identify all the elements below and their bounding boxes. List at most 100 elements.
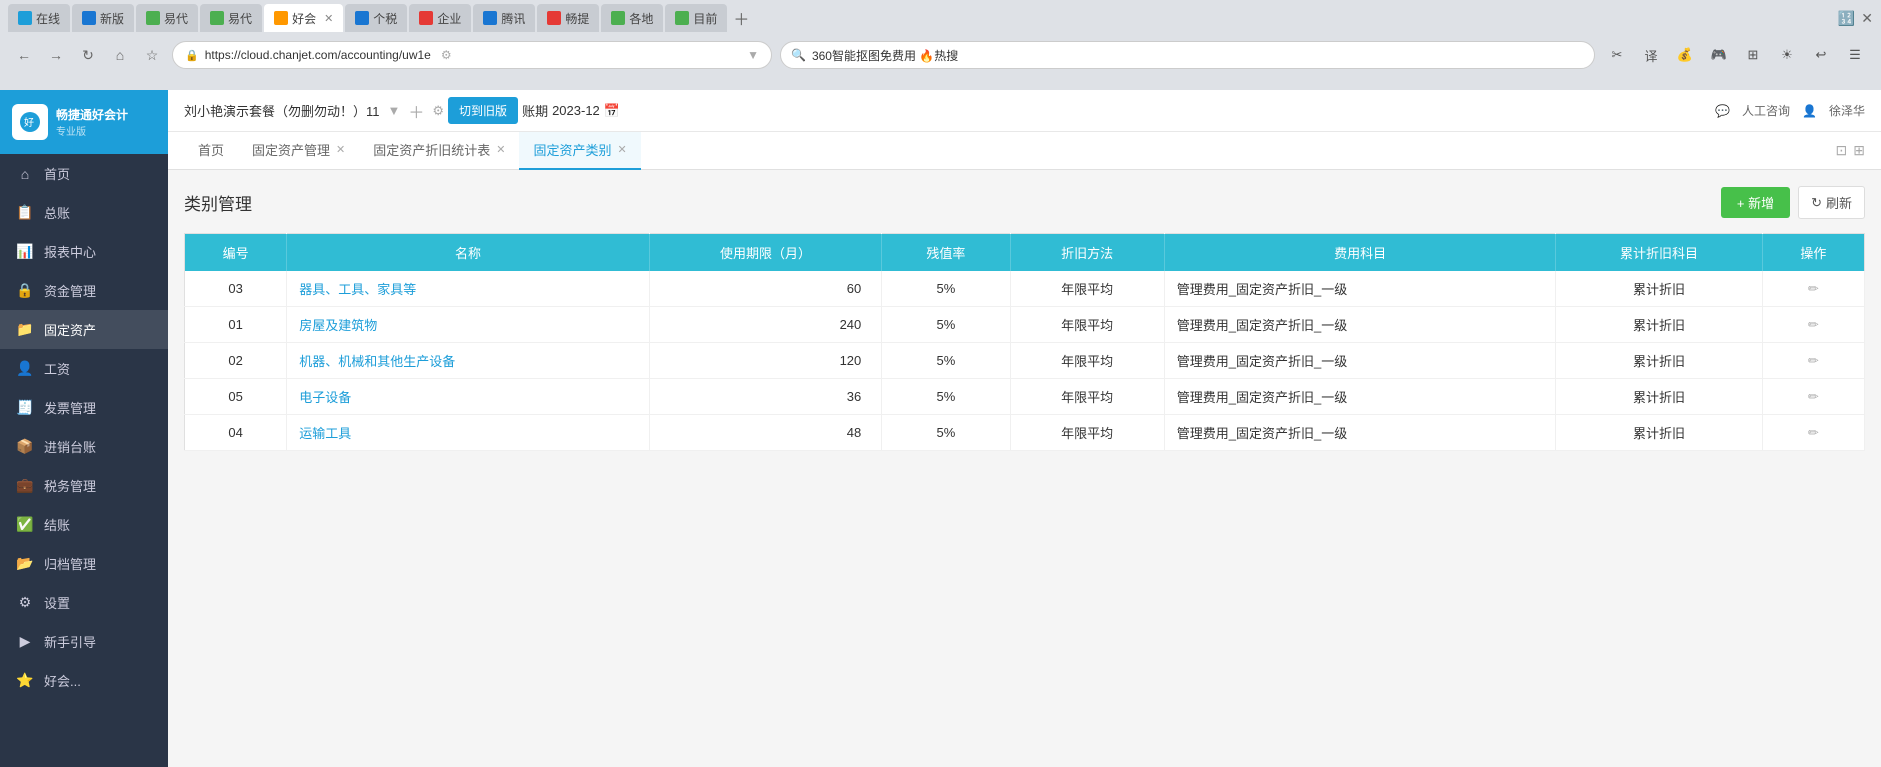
tab-close-categories[interactable]: ✕ [618,143,627,156]
col-header-expense: 费用科目 [1164,234,1556,272]
sidebar-item-label: 税务管理 [44,476,96,495]
browser-tab-yidai1[interactable]: 易代 [136,4,198,32]
add-category-button[interactable]: + 新增 [1721,187,1790,218]
tab-close-depreciation[interactable]: ✕ [496,143,505,156]
scissors-icon[interactable]: ✂ [1603,41,1631,69]
tab-asset-categories[interactable]: 固定资产类别 ✕ [519,132,640,170]
browser-tab-zaixin[interactable]: 在线 [8,4,70,32]
bookmark-button[interactable]: ☆ [140,43,164,67]
invoices-icon: 🧾 [16,399,34,417]
maximize-tab-btn[interactable]: ⊞ [1853,142,1865,159]
col-header-period: 使用期限（月） [649,234,881,272]
wallet-icon[interactable]: 💰 [1671,41,1699,69]
sidebar-item-settings[interactable]: ⚙ 设置 [0,583,168,622]
edit-button[interactable]: ✏ [1808,353,1819,368]
sidebar-item-label: 首页 [44,164,70,183]
sidebar: 好 畅捷通好会计 专业版 ⌂ 首页 📋 总账 📊 报表中心 🔒 资金管理 📁 固… [0,90,168,767]
browser-tab-xinban[interactable]: 新版 [72,4,134,32]
browser-tab-muqian[interactable]: 目前 [665,4,727,32]
tab-home[interactable]: 首页 [184,132,238,170]
settings-gear-icon[interactable]: ⚙ [432,103,444,119]
edit-button[interactable]: ✏ [1808,389,1819,404]
tab-label: 腾讯 [501,10,525,27]
sidebar-item-tax[interactable]: 💼 税务管理 [0,466,168,505]
sidebar-item-archive[interactable]: 📂 归档管理 [0,544,168,583]
switch-version-button[interactable]: 切到旧版 [448,97,518,124]
consult-label[interactable]: 人工咨询 [1742,102,1790,119]
sidebar-item-funds[interactable]: 🔒 资金管理 [0,271,168,310]
header-right: 💬 人工咨询 👤 徐泽华 [1715,102,1865,119]
sidebar-item-fixed-assets[interactable]: 📁 固定资产 [0,310,168,349]
address-dropdown-icon[interactable]: ▼ [747,48,759,62]
table-row: 02 机器、机械和其他生产设备 120 5% 年限平均 管理费用_固定资产折旧_… [185,343,1865,379]
cell-action: ✏ [1762,379,1864,415]
minimize-btn[interactable]: 🔢 [1838,10,1855,27]
sidebar-item-payroll[interactable]: 👤 工资 [0,349,168,388]
reload-button[interactable]: ↻ [76,43,100,67]
home-button[interactable]: ⌂ [108,43,132,67]
app-layout: 好 畅捷通好会计 专业版 ⌂ 首页 📋 总账 📊 报表中心 🔒 资金管理 📁 固… [0,90,1881,767]
browser-tab-tengxun[interactable]: 腾讯 [473,4,535,32]
cell-name: 运输工具 [287,415,650,451]
new-tab-button[interactable]: ＋ [729,6,753,30]
add-company-btn[interactable]: ＋ [408,99,424,123]
browser-tab-changte[interactable]: 畅提 [537,4,599,32]
sidebar-item-label: 资金管理 [44,281,96,300]
game-icon[interactable]: 🎮 [1705,41,1733,69]
sidebar-item-haohui[interactable]: ⭐ 好会... [0,661,168,700]
fixed-assets-icon: 📁 [16,321,34,339]
sidebar-item-label: 报表中心 [44,242,96,261]
sidebar-item-guide[interactable]: ▶ 新手引导 [0,622,168,661]
browser-tab-gedi[interactable]: 各地 [601,4,663,32]
table-row: 03 器具、工具、家具等 60 5% 年限平均 管理费用_固定资产折旧_一级 累… [185,271,1865,307]
browser-tab-yidai2[interactable]: 易代 [200,4,262,32]
tab-close-btn[interactable]: ✕ [324,12,333,25]
sidebar-item-label: 固定资产 [44,320,96,339]
address-bar[interactable]: 🔒 https://cloud.chanjet.com/accounting/u… [172,41,772,69]
cell-name: 机器、机械和其他生产设备 [287,343,650,379]
tab-favicon [82,11,96,25]
calendar-icon[interactable]: 📅 [604,103,620,119]
brightness-icon[interactable]: ☀ [1773,41,1801,69]
tab-close-fixed-assets[interactable]: ✕ [336,143,345,156]
grid-icon[interactable]: ⊞ [1739,41,1767,69]
undo-icon[interactable]: ↩ [1807,41,1835,69]
categories-table: 编号 名称 使用期限（月） 残值率 折旧方法 费用科目 累计折旧科目 操作 03… [184,233,1865,451]
cell-id: 05 [185,379,287,415]
cell-id: 01 [185,307,287,343]
tab-favicon [611,11,625,25]
tab-fixed-assets-mgmt[interactable]: 固定资产管理 ✕ [238,132,359,170]
edit-button[interactable]: ✏ [1808,317,1819,332]
tab-depreciation-report[interactable]: 固定资产折旧统计表 ✕ [359,132,519,170]
company-info: 刘小艳演示套餐（勿删勿动！）11 ▼ ＋ ⚙ [184,99,444,123]
forward-button[interactable]: → [44,43,68,67]
minimize-tab-btn[interactable]: ⊡ [1836,142,1848,159]
browser-tab-haohui[interactable]: 好会 ✕ [264,4,343,32]
sidebar-item-invoices[interactable]: 🧾 发票管理 [0,388,168,427]
cell-accum: 累计折旧 [1556,415,1762,451]
edit-button[interactable]: ✏ [1808,425,1819,440]
sidebar-item-reports[interactable]: 📊 报表中心 [0,232,168,271]
dropdown-icon[interactable]: ▼ [388,103,401,118]
back-button[interactable]: ← [12,43,36,67]
menu-icon[interactable]: ☰ [1841,41,1869,69]
sidebar-item-home[interactable]: ⌂ 首页 [0,154,168,193]
search-bar[interactable]: 🔍 360智能抠图免费用 🔥热搜 [780,41,1595,69]
cell-residual: 5% [882,343,1010,379]
refresh-icon: ↻ [1811,195,1822,211]
browser-tab-qiye[interactable]: 企业 [409,4,471,32]
tab-label: 个税 [373,10,397,27]
sidebar-item-label: 新手引导 [44,632,96,651]
browser-tab-gesui[interactable]: 个税 [345,4,407,32]
translate-icon[interactable]: 译 [1637,41,1665,69]
cell-action: ✏ [1762,415,1864,451]
col-header-method: 折旧方法 [1010,234,1164,272]
edit-button[interactable]: ✏ [1808,281,1819,296]
close-window-btn[interactable]: ✕ [1861,10,1873,27]
sidebar-item-purchases[interactable]: 📦 进销台账 [0,427,168,466]
refresh-button[interactable]: ↻ 刷新 [1798,186,1865,219]
sidebar-item-closing[interactable]: ✅ 结账 [0,505,168,544]
page-actions: + 新增 ↻ 刷新 [1721,186,1865,219]
sidebar-item-ledger[interactable]: 📋 总账 [0,193,168,232]
tab-favicon [675,11,689,25]
